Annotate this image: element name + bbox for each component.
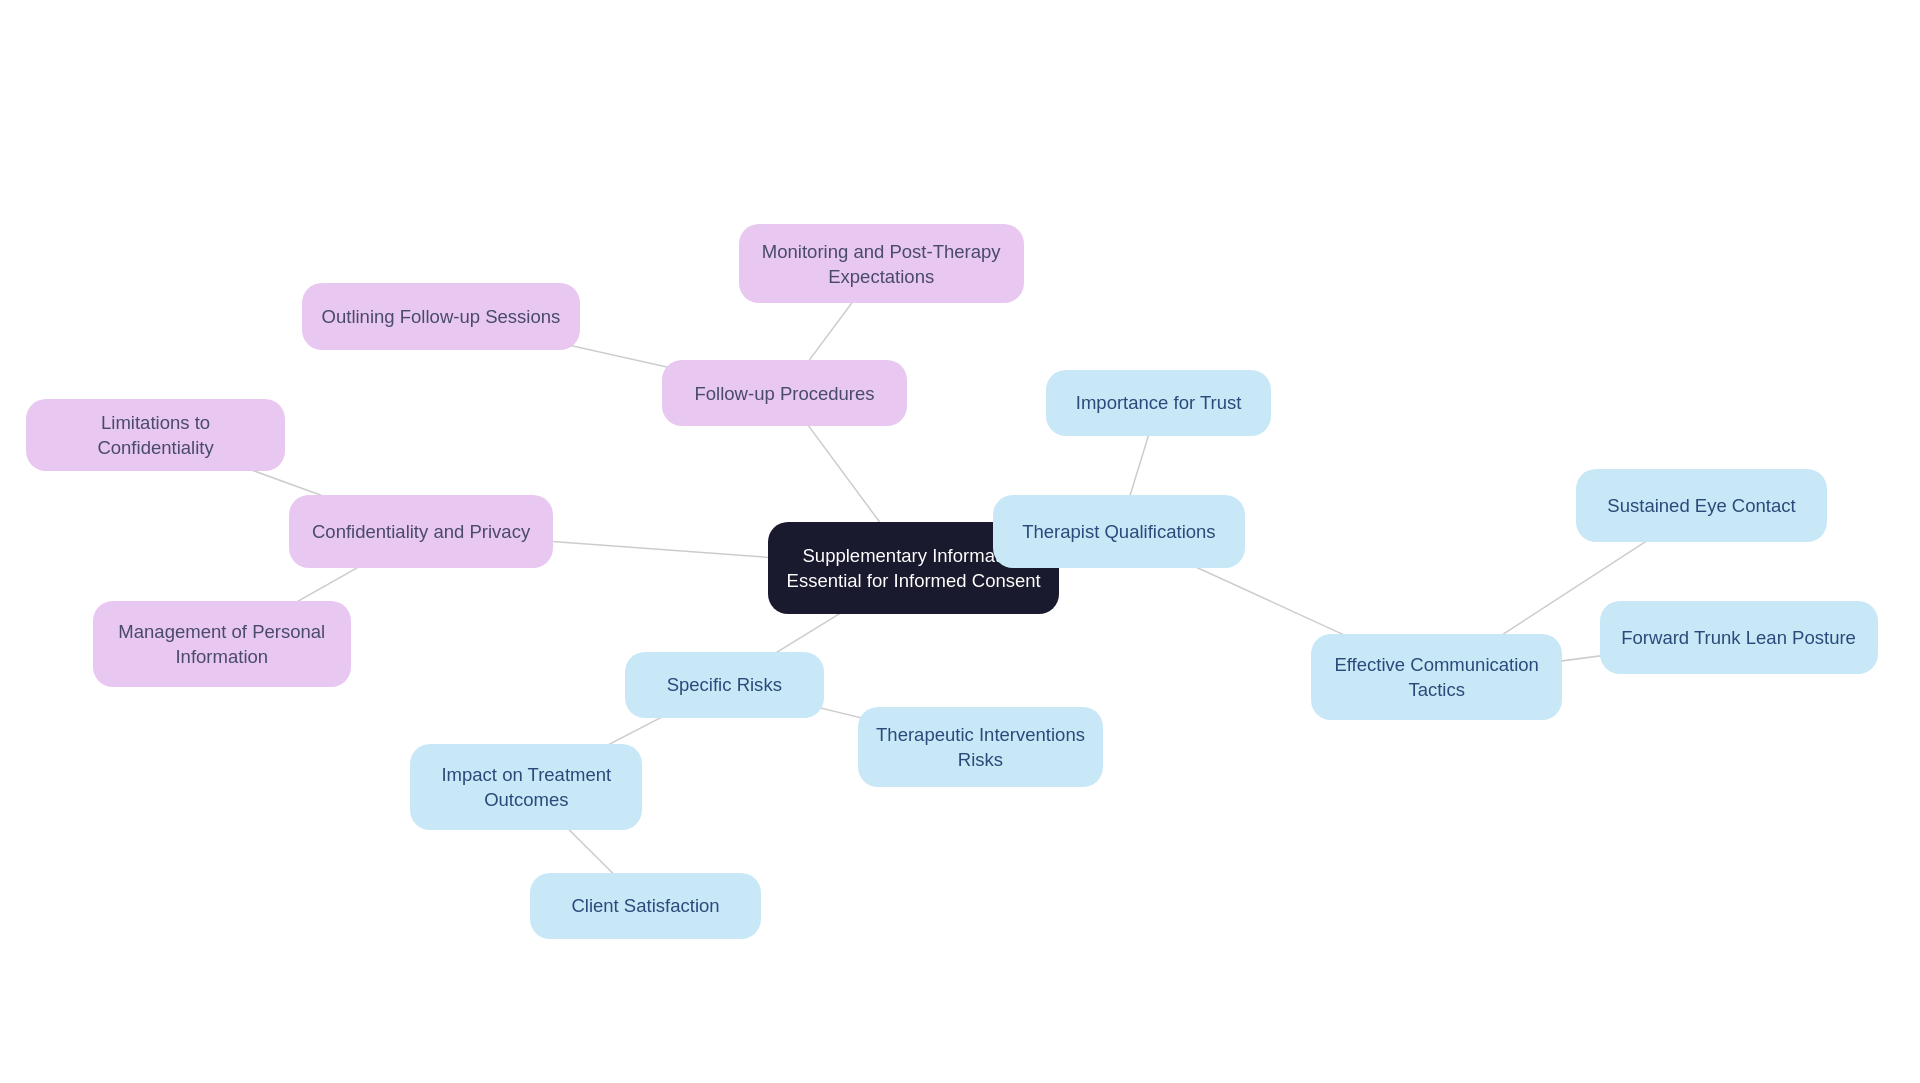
node-confidentiality[interactable]: Confidentiality and Privacy — [289, 495, 554, 568]
node-therapeutic[interactable]: Therapeutic InterventionsRisks — [858, 707, 1103, 786]
node-forward[interactable]: Forward Trunk Lean Posture — [1600, 601, 1878, 674]
node-limitations[interactable]: Limitations to Confidentiality — [26, 399, 284, 472]
node-effective[interactable]: Effective CommunicationTactics — [1311, 634, 1563, 720]
node-followup[interactable]: Follow-up Procedures — [662, 360, 907, 426]
node-monitoring[interactable]: Monitoring and Post-TherapyExpectations — [739, 224, 1024, 303]
node-importance[interactable]: Importance for Trust — [1046, 370, 1271, 436]
node-client[interactable]: Client Satisfaction — [530, 873, 762, 939]
node-impact[interactable]: Impact on TreatmentOutcomes — [410, 744, 642, 830]
node-specific[interactable]: Specific Risks — [625, 652, 824, 718]
node-management[interactable]: Management of PersonalInformation — [93, 601, 351, 687]
node-outlining[interactable]: Outlining Follow-up Sessions — [302, 283, 580, 349]
mindmap-container: Supplementary InformationEssential for I… — [0, 0, 1920, 1083]
node-therapist[interactable]: Therapist Qualifications — [993, 495, 1245, 568]
node-sustained[interactable]: Sustained Eye Contact — [1576, 469, 1828, 542]
